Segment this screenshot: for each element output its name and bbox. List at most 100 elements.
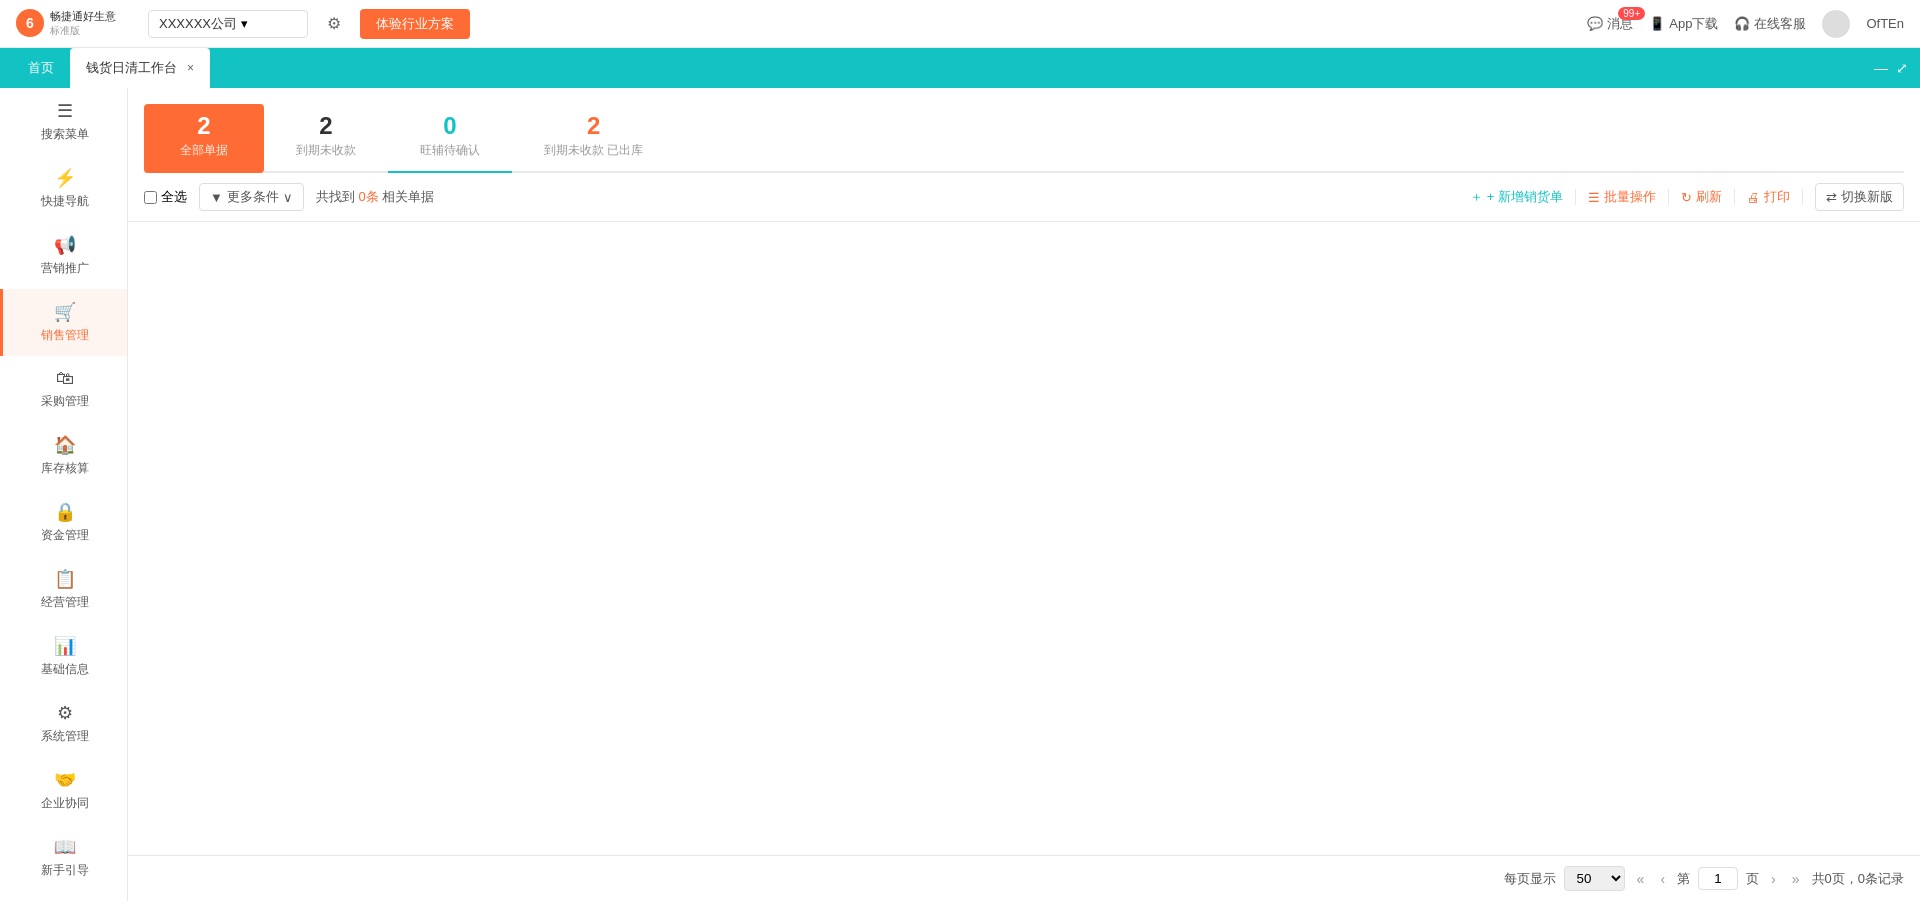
sidebar-item-purchase[interactable]: 🛍 采购管理: [0, 356, 127, 422]
toolbar-right: ＋ + 新增销货单 ☰ 批量操作 ↻ 刷新 🖨 打印: [1470, 183, 1904, 211]
found-count: 0条: [359, 189, 379, 204]
enterprise-icon: 🤝: [54, 769, 76, 791]
next-page-button[interactable]: ›: [1767, 869, 1780, 889]
app-download-button[interactable]: 📱 App下载: [1649, 15, 1718, 33]
sidebar-marketing-label: 营销推广: [41, 260, 89, 277]
logo-tag: 标准版: [50, 24, 116, 38]
sidebar-inventory-label: 库存核算: [41, 460, 89, 477]
sidebar-finance-label: 资金管理: [41, 527, 89, 544]
prev-page-button[interactable]: ‹: [1656, 869, 1669, 889]
stat-tab-shipped[interactable]: 2 到期未收款 已出库: [512, 104, 675, 173]
company-selector[interactable]: XXXXXX公司 ▾: [148, 10, 308, 38]
stat-pending-number: 0: [443, 112, 456, 140]
found-text: 共找到 0条 相关单据: [316, 188, 434, 206]
print-icon: 🖨: [1747, 190, 1760, 205]
refresh-label: 刷新: [1696, 188, 1722, 206]
filter-icon: ▼: [210, 190, 223, 205]
stat-overdue-number: 2: [319, 112, 332, 140]
stat-pending-label: 旺辅待确认: [420, 142, 480, 159]
stat-all-number: 2: [197, 112, 210, 140]
add-icon: ＋: [1470, 188, 1483, 206]
toolbar-divider-2: [1668, 189, 1669, 205]
sidebar-item-marketing[interactable]: 📢 营销推广: [0, 222, 127, 289]
content-area: 2 全部单据 2 到期未收款 0 旺辅待确认 2 到期未收款 已出库: [128, 88, 1920, 901]
sidebar-basic-info-label: 基础信息: [41, 661, 89, 678]
main-layout: ☰ 搜索菜单 ⚡ 快捷导航 📢 营销推广 🛒 销售管理 🛍 采购管理 🏠 库存核…: [0, 88, 1920, 901]
last-page-button[interactable]: »: [1788, 869, 1804, 889]
stats-tabs-inner: 2 全部单据 2 到期未收款 0 旺辅待确认 2 到期未收款 已出库: [144, 104, 1904, 173]
message-badge: 99+: [1618, 7, 1645, 20]
app-icon: 📱: [1649, 16, 1665, 31]
switch-icon: ⇄: [1826, 190, 1837, 205]
inventory-icon: 🏠: [54, 434, 76, 456]
sidebar-item-finance[interactable]: 🔒 资金管理: [0, 489, 127, 556]
filter-button[interactable]: ▼ 更多条件 ∨: [199, 183, 304, 211]
sidebar-item-apps[interactable]: 📦 应用中心: [0, 891, 127, 901]
tab-bar: 首页 钱货日清工作台 × — ⤢: [0, 48, 1920, 88]
tab-controls: — ⤢: [1874, 60, 1908, 76]
per-page-select[interactable]: 50 100 200: [1564, 866, 1625, 891]
select-all-input[interactable]: [144, 191, 157, 204]
add-label: + 新增销货单: [1487, 188, 1563, 206]
stat-shipped-number: 2: [587, 112, 600, 140]
message-button[interactable]: 💬 消息 99+: [1587, 15, 1633, 33]
filter-label: 更多条件: [227, 188, 279, 206]
switch-version-button[interactable]: ⇄ 切换新版: [1815, 183, 1904, 211]
sidebar-item-inventory[interactable]: 🏠 库存核算: [0, 422, 127, 489]
stat-tab-overdue[interactable]: 2 到期未收款: [264, 104, 388, 173]
guide-icon: 📖: [54, 836, 76, 858]
search-icon: ☰: [57, 100, 73, 122]
tab-maximize-icon[interactable]: ⤢: [1896, 60, 1908, 76]
sidebar-item-guide[interactable]: 📖 新手引导: [0, 824, 127, 891]
sidebar-sales-label: 销售管理: [41, 327, 89, 344]
stat-shipped-label: 到期未收款 已出库: [544, 142, 643, 159]
sidebar-item-quick-nav[interactable]: ⚡ 快捷导航: [0, 155, 127, 222]
online-service-button[interactable]: 🎧 在线客服: [1734, 15, 1806, 33]
sidebar-item-operations[interactable]: 📋 经营管理: [0, 556, 127, 623]
tab-minimize-icon[interactable]: —: [1874, 60, 1888, 76]
page-label: 第: [1677, 870, 1690, 888]
stat-tab-all[interactable]: 2 全部单据: [144, 104, 264, 173]
service-icon: 🎧: [1734, 16, 1750, 31]
stat-all-label: 全部单据: [180, 142, 228, 159]
select-all-checkbox[interactable]: 全选: [144, 188, 187, 206]
toolbar-divider-1: [1575, 189, 1576, 205]
avatar[interactable]: [1822, 10, 1850, 38]
toolbar-divider-3: [1734, 189, 1735, 205]
stat-tab-pending[interactable]: 0 旺辅待确认: [388, 104, 512, 173]
settings-button[interactable]: ⚙: [320, 10, 348, 38]
print-button[interactable]: 🖨 打印: [1747, 188, 1790, 206]
company-name: XXXXXX公司: [159, 15, 237, 33]
message-icon: 💬: [1587, 16, 1603, 31]
batch-operation-button[interactable]: ☰ 批量操作: [1588, 188, 1656, 206]
trial-button[interactable]: 体验行业方案: [360, 9, 470, 39]
sidebar-item-search[interactable]: ☰ 搜索菜单: [0, 88, 127, 155]
tab-active[interactable]: 钱货日清工作台 ×: [70, 48, 210, 88]
tab-home-label: 首页: [28, 59, 54, 77]
sidebar-item-basic-info[interactable]: 📊 基础信息: [0, 623, 127, 690]
add-sales-order-button[interactable]: ＋ + 新增销货单: [1470, 188, 1563, 206]
marketing-icon: 📢: [54, 234, 76, 256]
page-number-input[interactable]: [1698, 867, 1738, 890]
purchase-icon: 🛍: [56, 368, 74, 389]
sidebar-item-enterprise[interactable]: 🤝 企业协同: [0, 757, 127, 824]
first-page-button[interactable]: «: [1633, 869, 1649, 889]
batch-label: 批量操作: [1604, 188, 1656, 206]
tab-close-icon[interactable]: ×: [187, 61, 194, 75]
finance-icon: 🔒: [54, 501, 76, 523]
sidebar-operations-label: 经营管理: [41, 594, 89, 611]
sidebar-item-sales[interactable]: 🛒 销售管理: [0, 289, 127, 356]
sidebar-system-label: 系统管理: [41, 728, 89, 745]
table-area: [128, 222, 1920, 855]
service-label: 在线客服: [1754, 15, 1806, 33]
refresh-button[interactable]: ↻ 刷新: [1681, 188, 1722, 206]
toolbar: 全选 ▼ 更多条件 ∨ 共找到 0条 相关单据 ＋ + 新增销货单 ☰: [128, 173, 1920, 222]
username[interactable]: OfTEn: [1866, 16, 1904, 31]
quick-nav-icon: ⚡: [54, 167, 76, 189]
app-label: App下载: [1669, 15, 1718, 33]
header-left: 6 畅捷通好生意 标准版 XXXXXX公司 ▾ ⚙ 体验行业方案: [16, 9, 470, 39]
header-right: 💬 消息 99+ 📱 App下载 🎧 在线客服 OfTEn: [1587, 10, 1904, 38]
sidebar-item-system[interactable]: ⚙ 系统管理: [0, 690, 127, 757]
tab-home[interactable]: 首页: [12, 48, 70, 88]
tab-active-label: 钱货日清工作台: [86, 59, 177, 77]
